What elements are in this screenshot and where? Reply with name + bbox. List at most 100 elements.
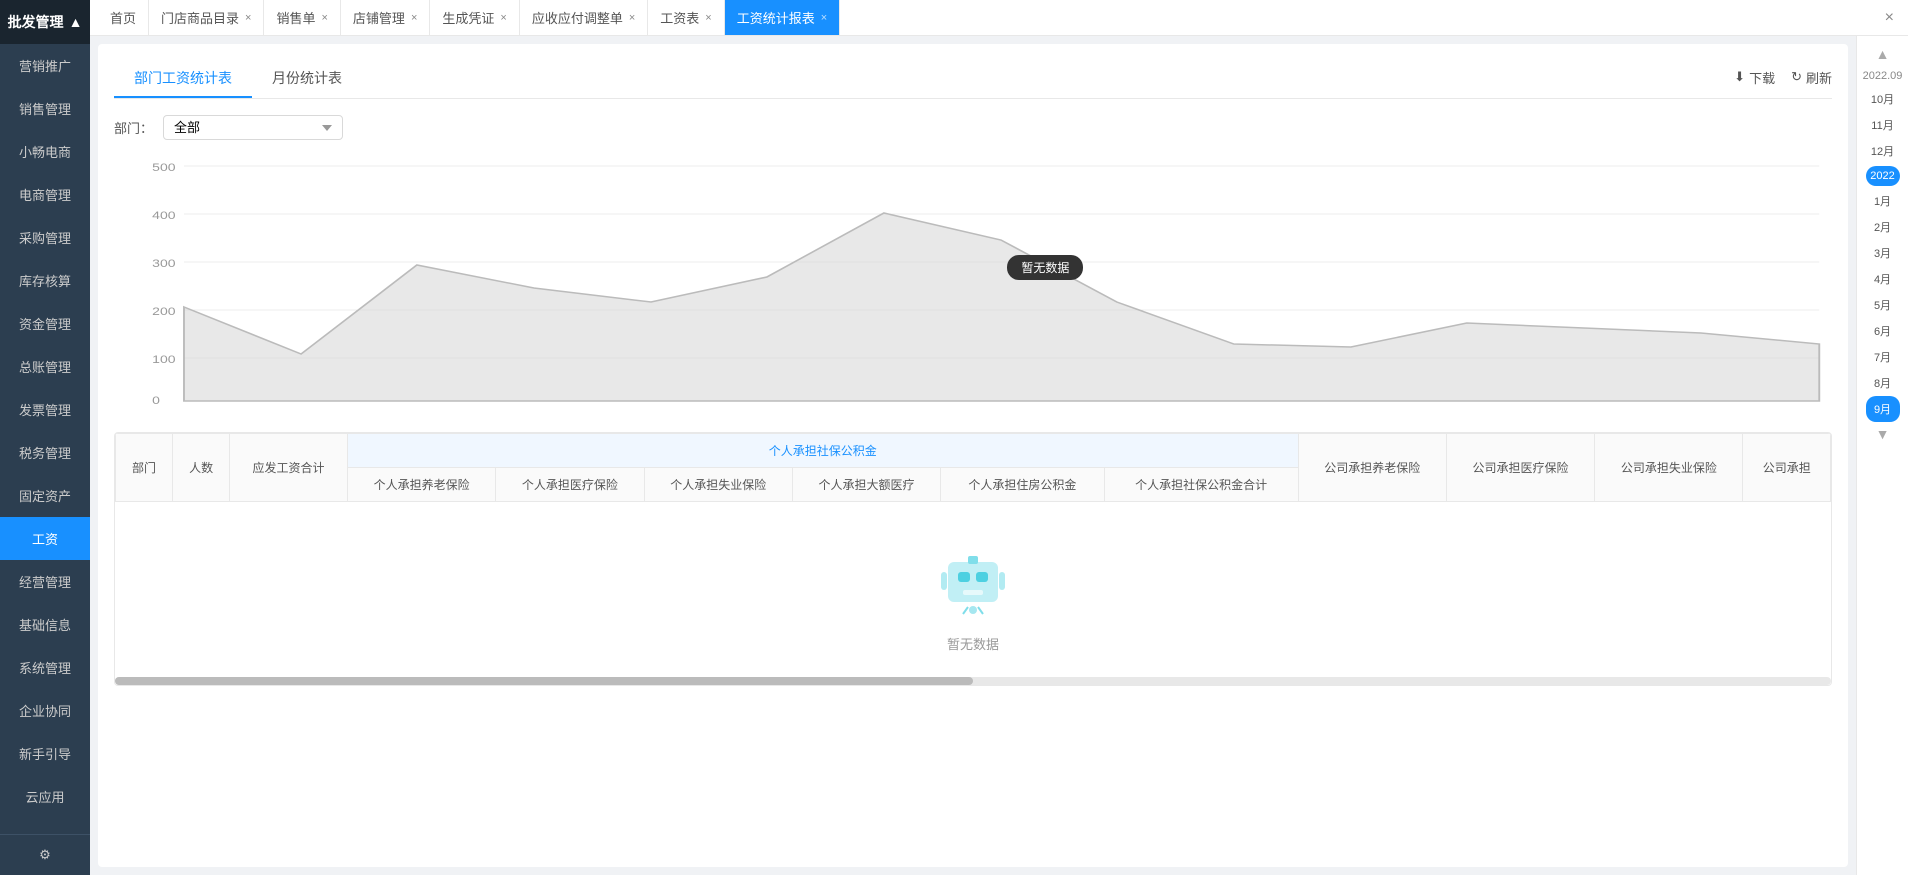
chart-svg: 500 400 300 200 100 0 [114, 156, 1832, 416]
no-data-tooltip: 暂无数据 [1007, 255, 1083, 280]
timeline-month-feb[interactable]: 2月 [1857, 214, 1908, 240]
refresh-button[interactable]: ↻ 刷新 [1791, 60, 1832, 94]
scroll-thumb[interactable] [115, 677, 973, 685]
tab-payroll-report-close[interactable]: × [821, 12, 827, 24]
timeline-nav-up[interactable]: ▲ [1872, 42, 1894, 66]
sidebar-item-purchase[interactable]: 采购管理 [0, 216, 90, 259]
sidebar-item-ecommerce[interactable]: 电商管理 [0, 173, 90, 216]
sidebar-item-marketing[interactable]: 营销推广 [0, 44, 90, 87]
tab-store-catalog[interactable]: 门店商品目录 × [149, 0, 264, 35]
timeline-month-jun[interactable]: 6月 [1857, 318, 1908, 344]
col-company-medical: 公司承担医疗保险 [1446, 434, 1594, 502]
svg-text:0: 0 [152, 394, 160, 406]
page-content: 部门工资统计表 月份统计表 ⬇ 下载 ↻ 刷新 [98, 44, 1848, 867]
sidebar-item-assets[interactable]: 固定资产 [0, 474, 90, 517]
scrollbar[interactable] [115, 677, 1831, 685]
sidebar-title: 批发管理 [8, 12, 64, 32]
timeline-month-aug[interactable]: 8月 [1857, 370, 1908, 396]
timeline-month-apr[interactable]: 4月 [1857, 266, 1908, 292]
tab-payroll-report[interactable]: 工资统计报表 × [725, 0, 840, 35]
sidebar-item-ecommerce-small[interactable]: 小畅电商 [0, 130, 90, 173]
tab-store-mgmt-label: 店铺管理 [353, 8, 405, 27]
sidebar-toggle-icon: ▲ [69, 14, 83, 30]
sidebar-item-guide[interactable]: 新手引导 [0, 732, 90, 775]
tab-store-mgmt[interactable]: 店铺管理 × [341, 0, 430, 35]
download-icon: ⬇ [1734, 69, 1745, 85]
sidebar-item-ledger[interactable]: 总账管理 [0, 345, 90, 388]
main: 首页 门店商品目录 × 销售单 × 店铺管理 × 生成凭证 × 应收应付调整单 … [90, 0, 1908, 875]
tab-payroll-label: 工资表 [660, 8, 699, 27]
sidebar-item-sales[interactable]: 销售管理 [0, 87, 90, 130]
sidebar-header[interactable]: 批发管理 ▲ [0, 0, 90, 44]
sidebar-item-system[interactable]: 系统管理 [0, 646, 90, 689]
sidebar-item-tax[interactable]: 税务管理 [0, 431, 90, 474]
timeline-month-jul[interactable]: 7月 [1857, 344, 1908, 370]
tab-sales-close[interactable]: × [321, 12, 327, 24]
tab-sales-label: 销售单 [276, 8, 315, 27]
svg-text:200: 200 [152, 305, 175, 317]
col-personal-major-medical: 个人承担大额医疗 [792, 468, 940, 502]
refresh-icon: ↻ [1791, 69, 1802, 85]
tab-ar-ap-close[interactable]: × [629, 12, 635, 24]
dept-select[interactable]: 全部 [163, 115, 343, 140]
empty-label: 暂无数据 [947, 634, 999, 653]
tabs-bar: 首页 门店商品目录 × 销售单 × 店铺管理 × 生成凭证 × 应收应付调整单 … [90, 0, 1908, 36]
tab-home-label: 首页 [110, 8, 136, 27]
sub-tab-monthly[interactable]: 月份统计表 [252, 60, 362, 98]
sidebar: 批发管理 ▲ 营销推广 销售管理 小畅电商 电商管理 采购管理 库存核算 资金管… [0, 0, 90, 875]
sidebar-item-enterprise[interactable]: 企业协同 [0, 689, 90, 732]
dept-label: 部门： [114, 118, 153, 137]
data-table: 部门 人数 应发工资合计 个人承担社保公积金 公司承担养老保险 公司承担医疗保险… [115, 433, 1831, 502]
table-container: 部门 人数 应发工资合计 个人承担社保公积金 公司承担养老保险 公司承担医疗保险… [114, 432, 1832, 686]
timeline-month-mar[interactable]: 3月 [1857, 240, 1908, 266]
tab-gen-voucher-close[interactable]: × [500, 12, 506, 24]
col-headcount: 人数 [173, 434, 230, 502]
sidebar-item-finance[interactable]: 资金管理 [0, 302, 90, 345]
timeline-nav-down[interactable]: ▼ [1872, 422, 1894, 446]
tab-home[interactable]: 首页 [98, 0, 149, 35]
empty-icon [933, 542, 1013, 622]
col-personal-insurance: 个人承担社保公积金 [347, 434, 1298, 468]
col-company-unemploy: 公司承担失业保险 [1595, 434, 1743, 502]
tab-ar-ap[interactable]: 应收应付调整单 × [520, 0, 648, 35]
col-dept: 部门 [116, 434, 173, 502]
sidebar-item-cloud[interactable]: 云应用 [0, 775, 90, 818]
col-personal-unemploy: 个人承担失业保险 [644, 468, 792, 502]
empty-state: 暂无数据 [115, 502, 1831, 673]
timeline-month-oct[interactable]: 10月 [1857, 86, 1908, 112]
col-company-other: 公司承担 [1743, 434, 1831, 502]
timeline-month-sep[interactable]: 9月 [1866, 396, 1900, 422]
sidebar-item-operations[interactable]: 经营管理 [0, 560, 90, 603]
content: 部门工资统计表 月份统计表 ⬇ 下载 ↻ 刷新 [90, 36, 1908, 875]
timeline-month-jan[interactable]: 1月 [1857, 188, 1908, 214]
tabs-close-all[interactable]: × [1879, 9, 1900, 27]
timeline-month-may[interactable]: 5月 [1857, 292, 1908, 318]
timeline-month-dec[interactable]: 12月 [1857, 138, 1908, 164]
tab-payroll[interactable]: 工资表 × [648, 0, 724, 35]
timeline-panel: ▲ 2022.09 10月 11月 12月 2022 1月 2月 3月 4月 5… [1856, 36, 1908, 875]
sidebar-item-invoice[interactable]: 发票管理 [0, 388, 90, 431]
sidebar-item-inventory[interactable]: 库存核算 [0, 259, 90, 302]
tab-gen-voucher[interactable]: 生成凭证 × [430, 0, 519, 35]
sub-tab-dept[interactable]: 部门工资统计表 [114, 60, 252, 98]
timeline-year-2022[interactable]: 2022 [1866, 166, 1900, 186]
tab-payroll-close[interactable]: × [705, 12, 711, 24]
col-total-wage: 应发工资合计 [230, 434, 348, 502]
dept-selector: 部门： 全部 [114, 115, 343, 140]
col-personal-housing: 个人承担住房公积金 [941, 468, 1105, 502]
download-button[interactable]: ⬇ 下载 [1734, 60, 1775, 94]
toolbar: 部门： 全部 [114, 115, 1832, 140]
col-personal-old-age: 个人承担养老保险 [347, 468, 495, 502]
tab-store-catalog-close[interactable]: × [245, 12, 251, 24]
tab-store-catalog-label: 门店商品目录 [161, 8, 239, 27]
sidebar-item-basic-info[interactable]: 基础信息 [0, 603, 90, 646]
tab-sales[interactable]: 销售单 × [264, 0, 340, 35]
tab-store-mgmt-close[interactable]: × [411, 12, 417, 24]
sidebar-item-salary[interactable]: 工资 [0, 517, 90, 560]
col-company-old-age: 公司承担养老保险 [1298, 434, 1446, 502]
timeline-month-nov[interactable]: 11月 [1857, 112, 1908, 138]
svg-text:400: 400 [152, 209, 175, 221]
svg-text:300: 300 [152, 257, 175, 269]
sidebar-settings[interactable]: ⚙ [0, 834, 90, 875]
col-personal-total: 个人承担社保公积金合计 [1104, 468, 1298, 502]
